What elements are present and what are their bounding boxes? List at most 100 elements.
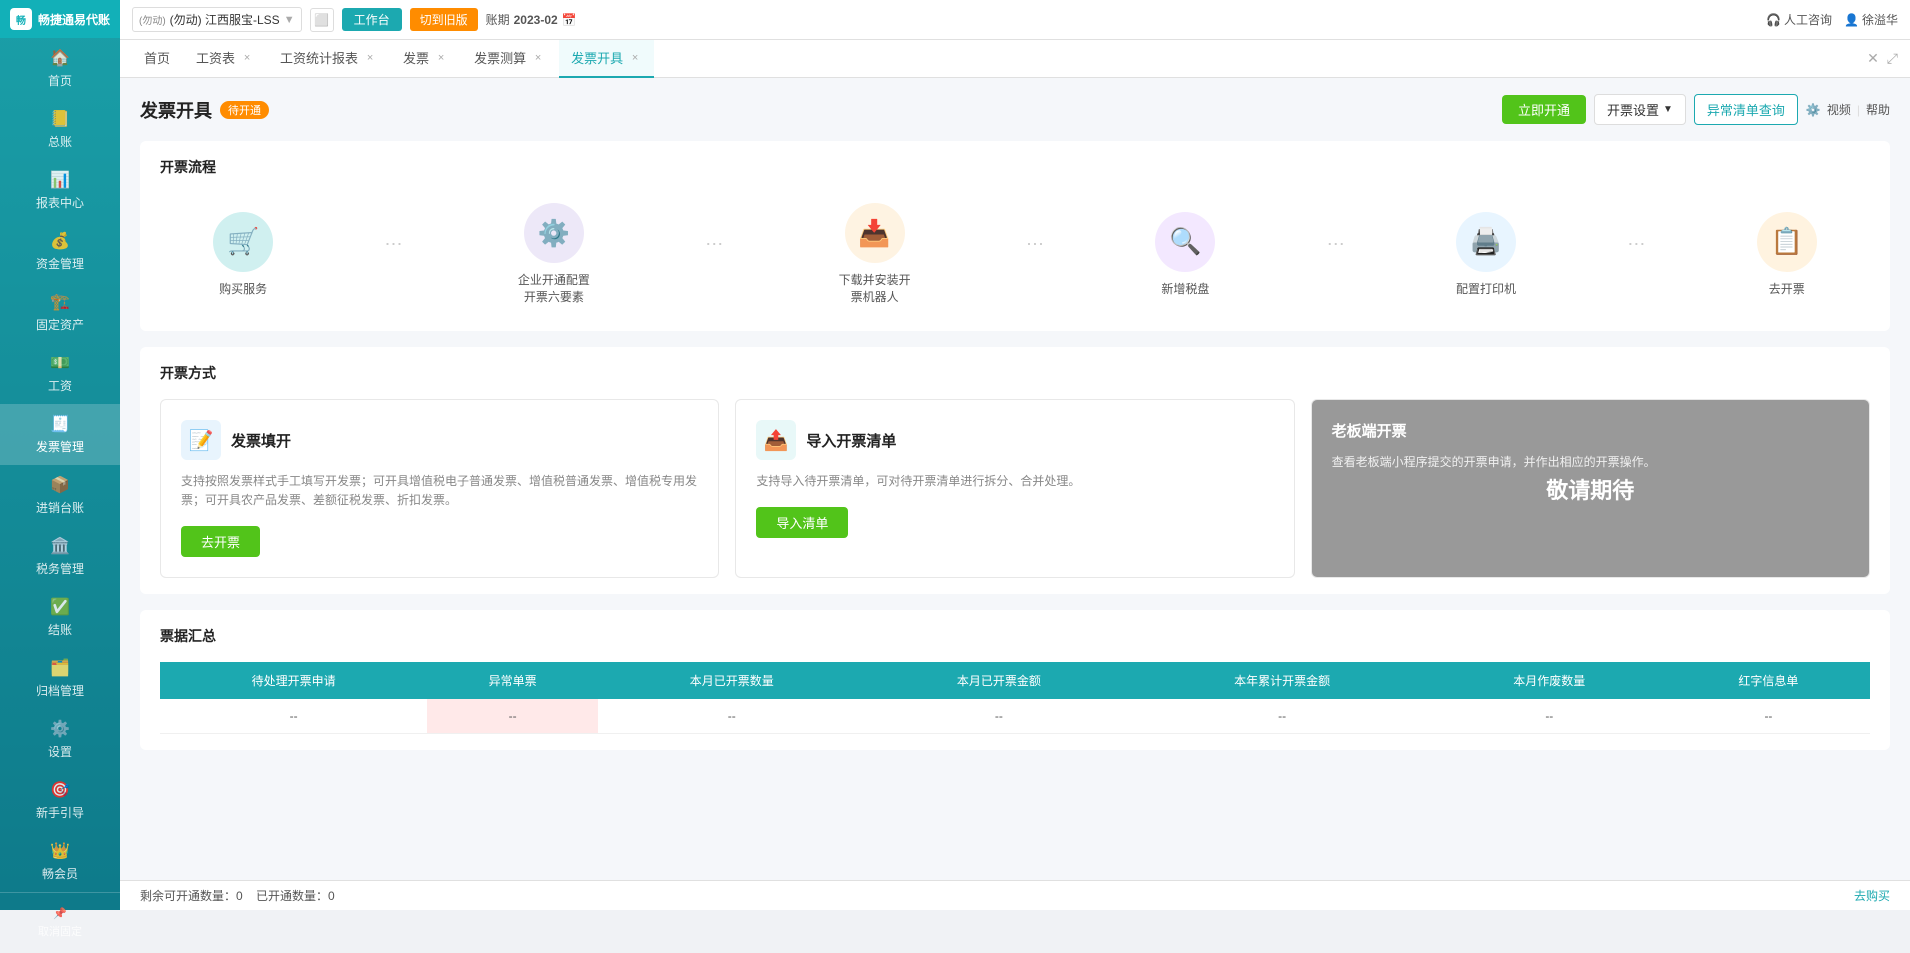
cell-abnormal: -- — [427, 699, 598, 734]
minimize-icon[interactable]: ✕ — [1867, 50, 1879, 67]
arrow-3: ⋯ — [1026, 234, 1044, 275]
summary-data-row: -- -- -- -- -- -- -- — [160, 699, 1870, 734]
assets-icon: 🏗️ — [50, 292, 70, 312]
sidebar-item-ledger-label: 总账 — [48, 133, 72, 150]
tab-invoice-calc-label: 发票测算 — [474, 48, 526, 67]
help-video-icon: ⚙️ — [1806, 103, 1821, 117]
customer-service[interactable]: 🎧 人工咨询 — [1766, 11, 1832, 28]
overlay-main-text: 敬请期待 — [1546, 473, 1634, 505]
sidebar-item-member[interactable]: 👑 畅会员 — [0, 831, 120, 892]
fill-method-btn[interactable]: 去开票 — [181, 526, 260, 557]
sidebar-item-salary[interactable]: 💵 工资 — [0, 343, 120, 404]
main-area: (勿动) (勿动) 江西服宝-LSS ▼ ⬜ 工作台 切到旧版 账期 2023-… — [120, 0, 1910, 910]
sidebar-item-settings[interactable]: ⚙️ 设置 — [0, 709, 120, 770]
unpin-icon: 📌 — [53, 907, 67, 920]
tab-invoice-calc-close[interactable]: × — [531, 51, 545, 65]
tab-salary-close[interactable]: × — [240, 51, 254, 65]
help-label[interactable]: 帮助 — [1866, 101, 1890, 118]
sidebar-item-invoice-mgmt-label: 发票管理 — [36, 438, 84, 455]
old-version-button[interactable]: 切到旧版 — [410, 8, 478, 31]
page-title-row: 发票开具 待开通 — [140, 97, 269, 123]
fill-method-title: 发票填开 — [231, 430, 291, 451]
import-method-title: 导入开票清单 — [806, 430, 896, 451]
arrow-5: ⋯ — [1627, 234, 1645, 275]
settings-icon: ⚙️ — [50, 719, 70, 739]
sidebar-item-settle[interactable]: ✅ 结账 — [0, 587, 120, 648]
sidebar-item-in-out[interactable]: 📦 进销台账 — [0, 465, 120, 526]
tab-home[interactable]: 首页 — [132, 40, 182, 78]
cell-red-info: -- — [1667, 699, 1870, 734]
col-red-info: 红字信息单 — [1667, 662, 1870, 699]
tab-salary-report-label: 工资统计报表 — [280, 48, 358, 67]
abnormal-button[interactable]: 异常清单查询 — [1694, 94, 1798, 125]
user-name: 徐溢华 — [1862, 11, 1898, 28]
method-boss-card: 老板端开票 查看老板端小程序提交的开票申请，并作出相应的开票操作。 敬请期待 — [1311, 399, 1870, 578]
method-fill-card[interactable]: 📝 发票填开 支持按照发票样式手工填写开发票；可开具增值税电子普通发票、增值税普… — [160, 399, 719, 578]
process-step-taxdisk[interactable]: 🔍 新增税盘 — [1155, 212, 1215, 297]
funds-icon: 💰 — [50, 231, 70, 251]
boss-method-desc: 查看老板端小程序提交的开票申请，并作出相应的开票操作。 — [1332, 453, 1849, 472]
buy-link[interactable]: 去购买 — [1854, 887, 1890, 904]
open-now-button[interactable]: 立即开通 — [1502, 95, 1586, 124]
method-import-card[interactable]: 📤 导入开票清单 支持导入待开票清单，可对待开票清单进行拆分、合并处理。 导入清… — [735, 399, 1294, 578]
taxdisk-label: 新增税盘 — [1161, 280, 1209, 297]
sidebar-item-assets[interactable]: 🏗️ 固定资产 — [0, 282, 120, 343]
tab-salary[interactable]: 工资表 × — [184, 40, 266, 78]
period-value: 2023-02 — [514, 13, 558, 27]
sidebar-item-home-label: 首页 — [48, 72, 72, 89]
sidebar-item-assets-label: 固定资产 — [36, 316, 84, 333]
config-label: 企业开通配置开票六要素 — [514, 271, 594, 305]
calendar-icon[interactable]: 📅 — [562, 13, 577, 27]
download-label: 下载并安装开票机器人 — [835, 271, 915, 305]
process-section: 开票流程 🛒 购买服务 ⋯ ⚙️ 企业开通配置开票六要素 ⋯ — [140, 141, 1890, 331]
tab-invoice-close[interactable]: × — [434, 51, 448, 65]
summary-header-row: 待处理开票申请 异常单票 本月已开票数量 本月已开票金额 本年累计开票金额 本月… — [160, 662, 1870, 699]
sidebar: 畅 畅捷通易代账 🏠 首页 📒 总账 📊 报表中心 💰 资金管理 🏗️ 固定资产… — [0, 0, 120, 910]
maximize-icon[interactable]: ⤢ — [1887, 50, 1898, 67]
tax-icon: 🏛️ — [50, 536, 70, 556]
make-invoice-label: 去开票 — [1769, 280, 1805, 297]
method-fill-header: 📝 发票填开 — [181, 420, 698, 460]
tab-invoice[interactable]: 发票 × — [391, 40, 460, 78]
sidebar-unpin[interactable]: 📌 取消固定 — [0, 901, 120, 945]
sidebar-item-archive[interactable]: 🗂️ 归档管理 — [0, 648, 120, 709]
process-step-printer[interactable]: 🖨️ 配置打印机 — [1456, 212, 1516, 297]
company-selector[interactable]: (勿动) (勿动) 江西服宝-LSS ▼ — [132, 7, 302, 32]
tab-invoice-tool-close[interactable]: × — [628, 51, 642, 65]
tab-salary-report-close[interactable]: × — [363, 51, 377, 65]
settings-button-label: 开票设置 — [1607, 100, 1659, 119]
tab-invoice-calc[interactable]: 发票测算 × — [462, 40, 557, 78]
sidebar-item-tax-label: 税务管理 — [36, 560, 84, 577]
sidebar-item-salary-label: 工资 — [48, 377, 72, 394]
sidebar-item-home[interactable]: 🏠 首页 — [0, 38, 120, 99]
cell-year-amount: -- — [1133, 699, 1432, 734]
col-abnormal: 异常单票 — [427, 662, 598, 699]
settings-button[interactable]: 开票设置 ▼ — [1594, 94, 1686, 125]
process-step-download[interactable]: 📥 下载并安装开票机器人 — [835, 203, 915, 305]
buy-service-icon: 🛒 — [213, 212, 273, 272]
process-step-buy[interactable]: 🛒 购买服务 — [213, 212, 273, 297]
import-method-desc: 支持导入待开票清单，可对待开票清单进行拆分、合并处理。 — [756, 472, 1273, 491]
window-controls: ✕ ⤢ — [1867, 50, 1898, 67]
sidebar-item-funds[interactable]: 💰 资金管理 — [0, 221, 120, 282]
workspace-button[interactable]: 工作台 — [342, 8, 402, 31]
sidebar-item-reports[interactable]: 📊 报表中心 — [0, 160, 120, 221]
sidebar-item-invoice-mgmt[interactable]: 🧾 发票管理 — [0, 404, 120, 465]
sidebar-item-guide[interactable]: 🎯 新手引导 — [0, 770, 120, 831]
methods-section: 开票方式 📝 发票填开 支持按照发票样式手工填写开发票；可开具增值税电子普通发票… — [140, 347, 1890, 594]
copy-icon[interactable]: ⬜ — [310, 8, 334, 32]
tab-salary-report[interactable]: 工资统计报表 × — [268, 40, 389, 78]
col-month-count: 本月已开票数量 — [598, 662, 865, 699]
methods-grid: 📝 发票填开 支持按照发票样式手工填写开发票；可开具增值税电子普通发票、增值税普… — [160, 399, 1870, 578]
help-video-label[interactable]: 视频 — [1827, 101, 1851, 118]
sidebar-item-tax[interactable]: 🏛️ 税务管理 — [0, 526, 120, 587]
headset-icon: 🎧 — [1766, 13, 1781, 27]
process-step-make-invoice[interactable]: 📋 去开票 — [1757, 212, 1817, 297]
sidebar-item-settings-label: 设置 — [48, 743, 72, 760]
user-profile[interactable]: 👤 徐溢华 — [1844, 11, 1898, 28]
fill-method-icon: 📝 — [181, 420, 221, 460]
process-step-config[interactable]: ⚙️ 企业开通配置开票六要素 — [514, 203, 594, 305]
tab-invoice-tool[interactable]: 发票开具 × — [559, 40, 654, 78]
import-method-btn[interactable]: 导入清单 — [756, 507, 848, 538]
sidebar-item-ledger[interactable]: 📒 总账 — [0, 99, 120, 160]
